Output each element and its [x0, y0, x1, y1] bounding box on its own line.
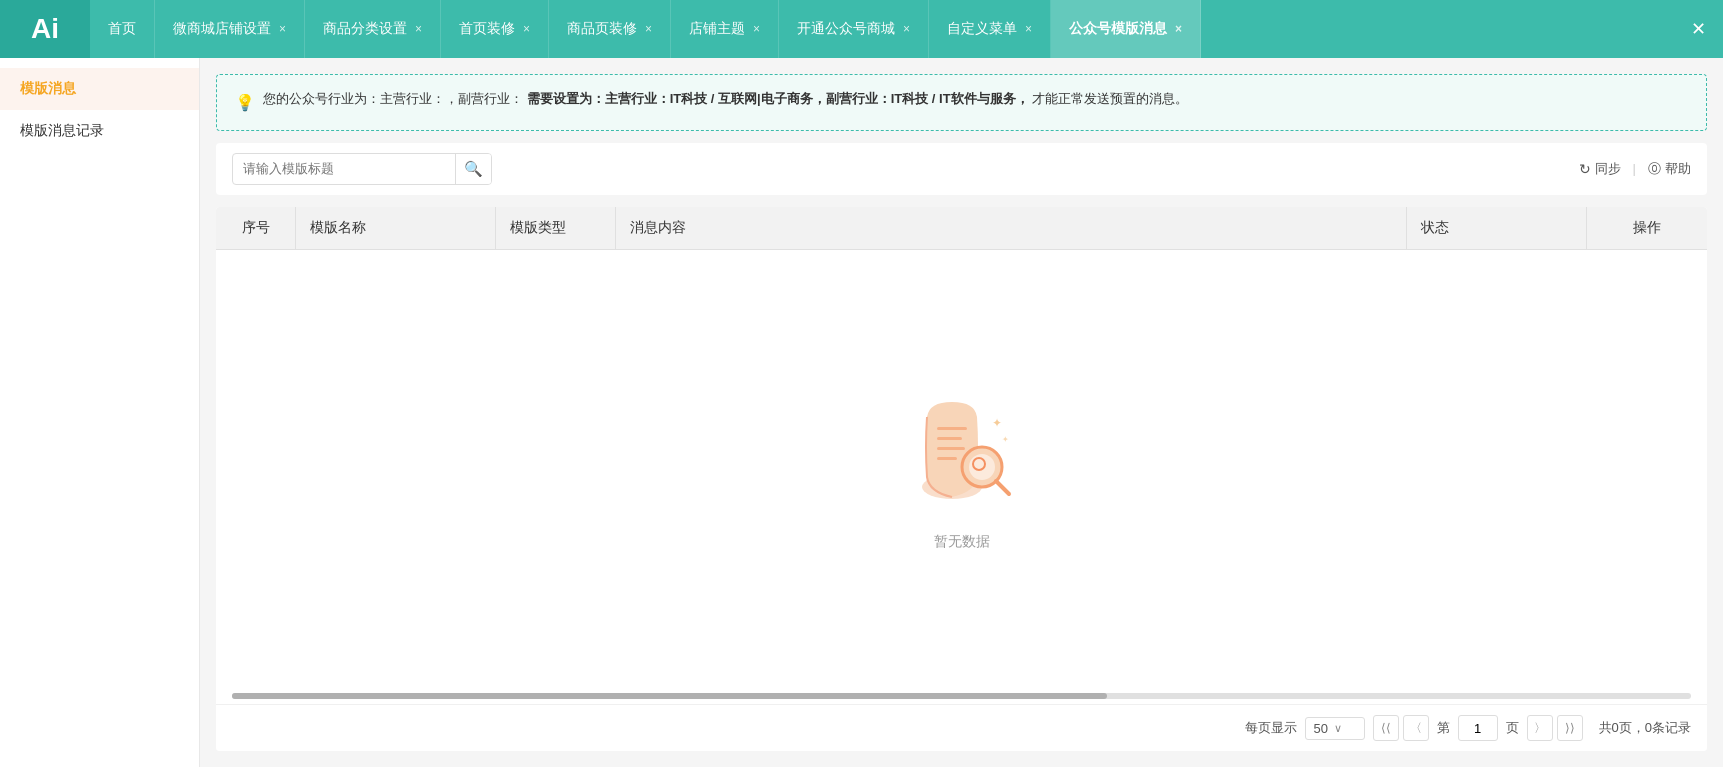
- nav-tab-5[interactable]: 店铺主题×: [671, 0, 779, 58]
- nav-tabs: 首页微商城店铺设置×商品分类设置×首页装修×商品页装修×店铺主题×开通公众号商城…: [90, 0, 1673, 58]
- table-header: 序号 模版名称 模版类型 消息内容 状态 操作: [216, 207, 1707, 250]
- per-page-label: 每页显示: [1245, 719, 1297, 737]
- page-label-suf: 页: [1506, 719, 1519, 737]
- pagination: 每页显示 50 ∨ ⟨⟨ 〈 第 页 〉 ⟩⟩ 共0页，0条记录: [216, 704, 1707, 751]
- toolbar-right: ↻ 同步 | ⓪ 帮助: [1579, 160, 1691, 178]
- info-notice: 💡 您的公众号行业为：主营行业：，副营行业： 需要设置为：主营行业：IT科技 /…: [216, 74, 1707, 131]
- tab-close-icon-6[interactable]: ×: [903, 22, 910, 36]
- svg-text:✦: ✦: [992, 416, 1002, 430]
- fake-scrollbar[interactable]: [232, 693, 1691, 699]
- top-nav: Ai 首页微商城店铺设置×商品分类设置×首页装修×商品页装修×店铺主题×开通公众…: [0, 0, 1723, 58]
- nav-tab-3[interactable]: 首页装修×: [441, 0, 549, 58]
- nav-tab-1[interactable]: 微商城店铺设置×: [155, 0, 305, 58]
- page-nav: ⟨⟨ 〈 第 页 〉 ⟩⟩: [1373, 715, 1583, 741]
- chevron-down-icon: ∨: [1334, 722, 1342, 735]
- sync-button[interactable]: ↻ 同步: [1579, 160, 1621, 178]
- tab-close-icon-8[interactable]: ×: [1175, 22, 1182, 36]
- help-icon: ⓪: [1648, 160, 1661, 178]
- search-button[interactable]: 🔍: [455, 153, 491, 185]
- nav-tab-4[interactable]: 商品页装修×: [549, 0, 671, 58]
- sidebar: 模版消息 模版消息记录: [0, 58, 200, 767]
- next-page-button[interactable]: 〉: [1527, 715, 1553, 741]
- first-page-button[interactable]: ⟨⟨: [1373, 715, 1399, 741]
- empty-illustration: ✦ ✦: [897, 387, 1027, 517]
- nav-tab-0[interactable]: 首页: [90, 0, 155, 58]
- empty-state: ✦ ✦ 暂无数据: [216, 250, 1707, 688]
- svg-rect-1: [937, 427, 967, 430]
- nav-tab-7[interactable]: 自定义菜单×: [929, 0, 1051, 58]
- search-input-wrap: 🔍: [232, 153, 492, 185]
- help-button[interactable]: ⓪ 帮助: [1648, 160, 1691, 178]
- tab-close-icon-2[interactable]: ×: [415, 22, 422, 36]
- close-all-button[interactable]: ✕: [1673, 0, 1723, 58]
- sidebar-item-template-message-record[interactable]: 模版消息记录: [0, 110, 199, 152]
- notice-text: 您的公众号行业为：主营行业：，副营行业： 需要设置为：主营行业：IT科技 / 互…: [263, 89, 1188, 110]
- th-name: 模版名称: [296, 207, 496, 249]
- divider: |: [1633, 161, 1636, 176]
- svg-text:✦: ✦: [1002, 435, 1009, 444]
- total-info: 共0页，0条记录: [1599, 719, 1691, 737]
- tab-close-icon-7[interactable]: ×: [1025, 22, 1032, 36]
- tab-close-icon-4[interactable]: ×: [645, 22, 652, 36]
- nav-tab-8[interactable]: 公众号模版消息×: [1051, 0, 1201, 58]
- main-layout: 模版消息 模版消息记录 💡 您的公众号行业为：主营行业：，副营行业： 需要设置为…: [0, 58, 1723, 767]
- prev-page-button[interactable]: 〈: [1403, 715, 1429, 741]
- svg-rect-4: [937, 457, 957, 460]
- nav-tab-2[interactable]: 商品分类设置×: [305, 0, 441, 58]
- svg-line-7: [996, 481, 1009, 494]
- th-status: 状态: [1407, 207, 1587, 249]
- svg-rect-2: [937, 437, 962, 440]
- th-action: 操作: [1587, 207, 1707, 249]
- tab-close-icon-3[interactable]: ×: [523, 22, 530, 36]
- th-seq: 序号: [216, 207, 296, 249]
- sidebar-item-template-message[interactable]: 模版消息: [0, 68, 199, 110]
- empty-state-text: 暂无数据: [934, 533, 990, 551]
- table-wrap: 序号 模版名称 模版类型 消息内容 状态 操作: [216, 207, 1707, 751]
- bulb-icon: 💡: [235, 90, 255, 116]
- search-input[interactable]: [233, 161, 455, 176]
- last-page-button[interactable]: ⟩⟩: [1557, 715, 1583, 741]
- content-area: 💡 您的公众号行业为：主营行业：，副营行业： 需要设置为：主营行业：IT科技 /…: [200, 58, 1723, 767]
- page-label-pre: 第: [1437, 719, 1450, 737]
- per-page-select[interactable]: 50 ∨: [1305, 717, 1365, 740]
- logo: Ai: [0, 0, 90, 58]
- tab-close-icon-1[interactable]: ×: [279, 22, 286, 36]
- tab-close-icon-5[interactable]: ×: [753, 22, 760, 36]
- scrollbar-area: [216, 688, 1707, 704]
- sync-icon: ↻: [1579, 161, 1591, 177]
- page-input[interactable]: [1458, 715, 1498, 741]
- svg-rect-3: [937, 447, 965, 450]
- th-content: 消息内容: [616, 207, 1407, 249]
- nav-tab-6[interactable]: 开通公众号商城×: [779, 0, 929, 58]
- th-type: 模版类型: [496, 207, 616, 249]
- scrollbar-thumb: [232, 693, 1107, 699]
- search-bar: 🔍 ↻ 同步 | ⓪ 帮助: [216, 143, 1707, 195]
